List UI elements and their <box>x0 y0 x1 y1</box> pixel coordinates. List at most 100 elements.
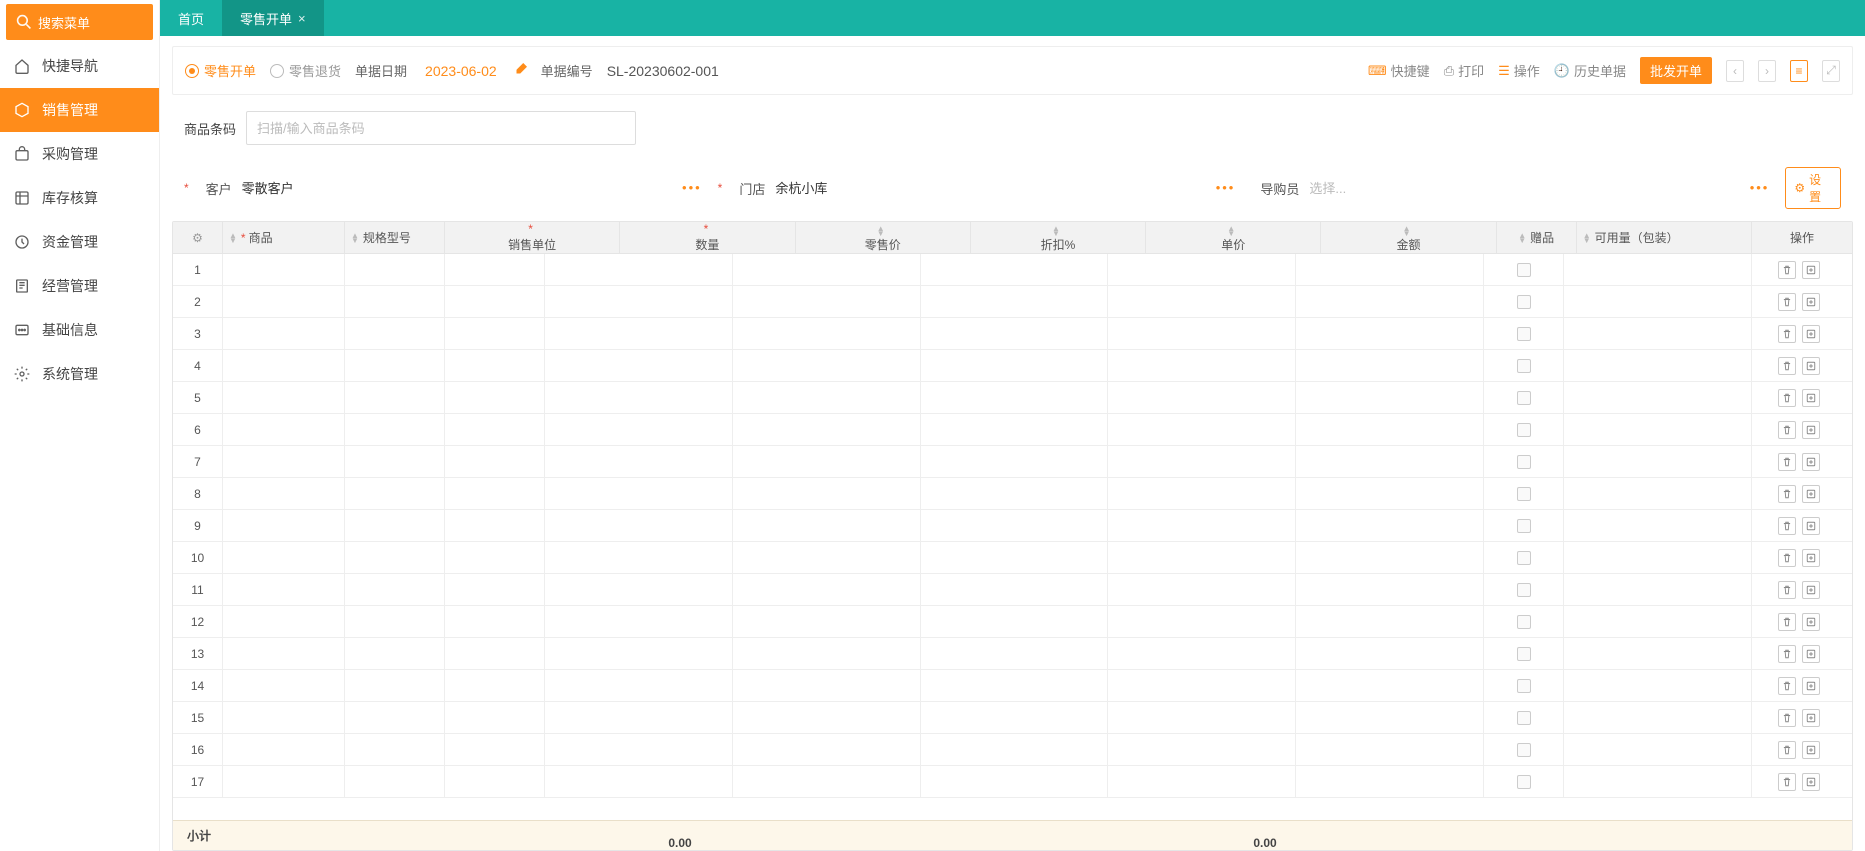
cell-product[interactable] <box>223 542 345 573</box>
settings-button[interactable]: ⚙ 设置 <box>1785 167 1841 209</box>
cell-discount[interactable] <box>921 446 1109 477</box>
table-row[interactable]: 13 <box>173 638 1852 670</box>
ellipsis-icon[interactable]: ••• <box>1216 180 1236 195</box>
col-amount[interactable]: ▲▼金额 <box>1321 222 1496 253</box>
cell-amount[interactable] <box>1296 574 1484 605</box>
delete-icon[interactable] <box>1778 709 1796 727</box>
prev-button[interactable]: ‹ <box>1726 60 1744 82</box>
col-qty[interactable]: ▲▼*数量 <box>620 222 795 253</box>
cell-discount[interactable] <box>921 510 1109 541</box>
cell-spec[interactable] <box>345 638 445 669</box>
cell-spec[interactable] <box>345 350 445 381</box>
cell-rprice[interactable] <box>733 478 921 509</box>
add-row-icon[interactable] <box>1802 709 1820 727</box>
cell-amount[interactable] <box>1296 446 1484 477</box>
checkbox[interactable] <box>1517 711 1531 725</box>
cell-unit[interactable] <box>445 478 545 509</box>
add-row-icon[interactable] <box>1802 741 1820 759</box>
radio-retail-return[interactable]: 零售退货 <box>270 61 341 80</box>
cell-price[interactable] <box>1108 766 1296 797</box>
add-row-icon[interactable] <box>1802 517 1820 535</box>
cell-gift[interactable] <box>1484 382 1564 413</box>
table-row[interactable]: 17 <box>173 766 1852 798</box>
cell-product[interactable] <box>223 382 345 413</box>
delete-icon[interactable] <box>1778 293 1796 311</box>
cell-amount[interactable] <box>1296 510 1484 541</box>
cell-unit[interactable] <box>445 510 545 541</box>
delete-icon[interactable] <box>1778 677 1796 695</box>
table-row[interactable]: 5 <box>173 382 1852 414</box>
cell-price[interactable] <box>1108 638 1296 669</box>
cell-spec[interactable] <box>345 734 445 765</box>
cell-amount[interactable] <box>1296 638 1484 669</box>
store-select[interactable]: 余杭小库 ••• <box>775 173 1235 203</box>
add-row-icon[interactable] <box>1802 325 1820 343</box>
table-row[interactable]: 11 <box>173 574 1852 606</box>
cell-unit[interactable] <box>445 702 545 733</box>
cell-gift[interactable] <box>1484 638 1564 669</box>
cell-gift[interactable] <box>1484 414 1564 445</box>
cell-product[interactable] <box>223 574 345 605</box>
cell-discount[interactable] <box>921 606 1109 637</box>
delete-icon[interactable] <box>1778 389 1796 407</box>
cell-amount[interactable] <box>1296 766 1484 797</box>
delete-icon[interactable] <box>1778 517 1796 535</box>
checkbox[interactable] <box>1517 775 1531 789</box>
tool-shortcuts[interactable]: ⌨快捷键 <box>1368 61 1430 80</box>
add-row-icon[interactable] <box>1802 549 1820 567</box>
delete-icon[interactable] <box>1778 357 1796 375</box>
cell-gift[interactable] <box>1484 574 1564 605</box>
list-button[interactable]: ≡ <box>1790 60 1808 82</box>
cell-rprice[interactable] <box>733 414 921 445</box>
add-row-icon[interactable] <box>1802 421 1820 439</box>
add-row-icon[interactable] <box>1802 773 1820 791</box>
table-row[interactable]: 12 <box>173 606 1852 638</box>
next-button[interactable]: › <box>1758 60 1776 82</box>
cell-spec[interactable] <box>345 670 445 701</box>
cell-unit[interactable] <box>445 446 545 477</box>
cell-gift[interactable] <box>1484 702 1564 733</box>
cell-discount[interactable] <box>921 350 1109 381</box>
cell-product[interactable] <box>223 510 345 541</box>
add-row-icon[interactable] <box>1802 677 1820 695</box>
delete-icon[interactable] <box>1778 613 1796 631</box>
col-rprice[interactable]: ▲▼零售价 <box>796 222 971 253</box>
cell-discount[interactable] <box>921 542 1109 573</box>
cell-unit[interactable] <box>445 606 545 637</box>
table-row[interactable]: 10 <box>173 542 1852 574</box>
search-menu-button[interactable]: 搜索菜单 <box>6 4 153 40</box>
cell-product[interactable] <box>223 350 345 381</box>
close-icon[interactable]: × <box>298 11 306 26</box>
cell-product[interactable] <box>223 478 345 509</box>
table-row[interactable]: 9 <box>173 510 1852 542</box>
cell-rprice[interactable] <box>733 766 921 797</box>
cell-rprice[interactable] <box>733 446 921 477</box>
delete-icon[interactable] <box>1778 421 1796 439</box>
cell-gift[interactable] <box>1484 446 1564 477</box>
delete-icon[interactable] <box>1778 773 1796 791</box>
tab-1[interactable]: 零售开单× <box>222 0 324 36</box>
delete-icon[interactable] <box>1778 261 1796 279</box>
cell-gift[interactable] <box>1484 734 1564 765</box>
sidebar-item-5[interactable]: 经营管理 <box>0 264 159 308</box>
cell-amount[interactable] <box>1296 606 1484 637</box>
cell-discount[interactable] <box>921 254 1109 285</box>
cell-unit[interactable] <box>445 350 545 381</box>
cell-unit[interactable] <box>445 766 545 797</box>
cell-gift[interactable] <box>1484 670 1564 701</box>
tool-operate[interactable]: ☰操作 <box>1498 61 1540 80</box>
ellipsis-icon[interactable]: ••• <box>682 180 702 195</box>
sidebar-item-6[interactable]: 基础信息 <box>0 308 159 352</box>
cell-spec[interactable] <box>345 606 445 637</box>
cell-unit[interactable] <box>445 734 545 765</box>
add-row-icon[interactable] <box>1802 613 1820 631</box>
cell-discount[interactable] <box>921 702 1109 733</box>
col-unit[interactable]: ▲▼*销售单位 <box>445 222 620 253</box>
cell-price[interactable] <box>1108 670 1296 701</box>
cell-qty[interactable] <box>545 414 733 445</box>
cell-unit[interactable] <box>445 382 545 413</box>
cell-amount[interactable] <box>1296 702 1484 733</box>
cell-rprice[interactable] <box>733 542 921 573</box>
table-row[interactable]: 7 <box>173 446 1852 478</box>
tool-print[interactable]: ⎙打印 <box>1444 61 1484 80</box>
